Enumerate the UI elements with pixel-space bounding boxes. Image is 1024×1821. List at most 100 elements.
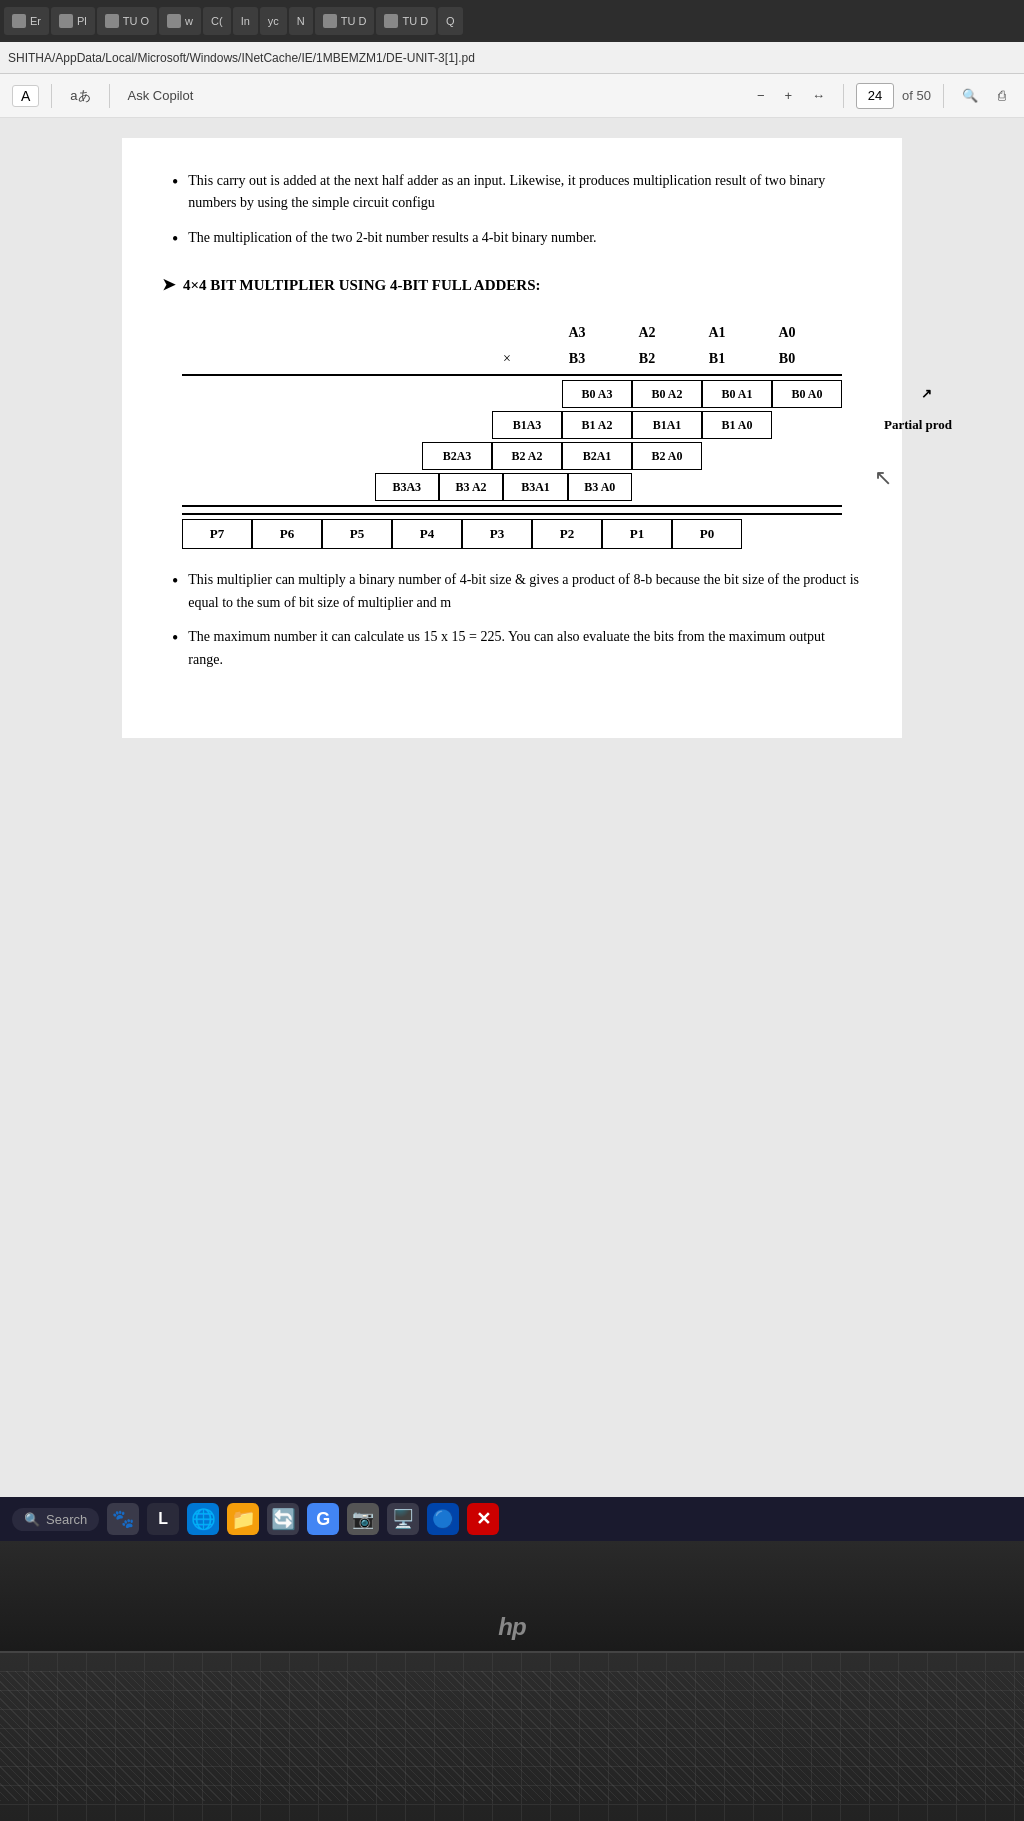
taskbar-app-edge[interactable]: 🌐 — [187, 1503, 219, 1535]
prod-p2: P2 — [532, 519, 602, 549]
zoom-minus-button[interactable]: − — [751, 84, 771, 107]
tab-label-y: yc — [268, 15, 279, 27]
taskbar-app-x[interactable]: ✕ — [467, 1503, 499, 1535]
taskbar-app-sync[interactable]: 🔄 — [267, 1503, 299, 1535]
operand-row-b: × B3 B2 B1 B0 — [182, 348, 842, 370]
copilot-button[interactable]: Ask Copilot — [122, 84, 200, 107]
pp-b1a0: B1 A0 — [702, 411, 772, 439]
tab-label-er: Er — [30, 15, 41, 27]
tab-label-n: N — [297, 15, 305, 27]
b3-label: B3 — [542, 348, 612, 370]
zoom-plus-button[interactable]: + — [778, 84, 798, 107]
tab-label-c: C( — [211, 15, 223, 27]
taskbar-app-monitor[interactable]: 🖥️ — [387, 1503, 419, 1535]
laptop-frame: Er Pl TU O w C( In yc — [0, 0, 1024, 1821]
partial-prod-label: Partial prod — [884, 415, 952, 436]
taskbar-app-animal[interactable]: 🐾 — [107, 1503, 139, 1535]
tab-er[interactable]: Er — [4, 7, 49, 35]
bullet-text-4: The maximum number it can calculate us 1… — [188, 626, 862, 671]
keyboard-diagonal-pattern — [0, 1671, 1024, 1801]
toolbar-divider-3 — [843, 84, 844, 108]
operand-row-a: A3 A2 A1 A0 — [182, 322, 842, 344]
bullet-text-1: This carry out is added at the next half… — [188, 170, 862, 215]
zoom-plus-icon: + — [784, 88, 792, 103]
fit-icon: ↔ — [812, 88, 825, 103]
taskbar-app-l[interactable]: L — [147, 1503, 179, 1535]
a1-label: A1 — [682, 322, 752, 344]
tab-label-tu1: TU O — [123, 15, 149, 27]
partial-row-2: B2A3 B2 A2 B2A1 B2 A0 — [182, 442, 842, 470]
partial-row-1: B1A3 B1 A2 B1A1 B1 A0 Partial prod — [182, 411, 842, 439]
b1-label: B1 — [682, 348, 752, 370]
diagram-separator-1 — [182, 374, 842, 376]
pdf-content-area: • This carry out is added at the next ha… — [0, 118, 1024, 1541]
font-size-button[interactable]: A — [12, 85, 39, 107]
pp-b1a1: B1A1 — [632, 411, 702, 439]
partial-products-container: B0 A3 B0 A2 B0 A1 B0 A0 ↗ B1A3 B1 A2 B1A… — [182, 380, 842, 501]
cursor-icon: ↖ — [874, 460, 892, 495]
pp-b1a3: B1A3 — [492, 411, 562, 439]
b0-label: B0 — [752, 348, 822, 370]
bullet-text-3: This multiplier can multiply a binary nu… — [188, 569, 862, 614]
tab-w[interactable]: w — [159, 7, 201, 35]
spacer-b2-1 — [282, 442, 352, 470]
read-aloud-button[interactable]: aあ — [64, 83, 96, 109]
tab-n[interactable]: N — [289, 7, 313, 35]
toolbar-divider-2 — [109, 84, 110, 108]
tab-pi[interactable]: Pl — [51, 7, 95, 35]
pp-b0a1: B0 A1 — [702, 380, 772, 408]
tab-in[interactable]: In — [233, 7, 258, 35]
a2-label: A2 — [612, 322, 682, 344]
section-arrow-icon: ➤ — [162, 272, 175, 298]
pp-b2a3: B2A3 — [422, 442, 492, 470]
tab-y[interactable]: yc — [260, 7, 287, 35]
section-header: ➤ 4×4 BIT MULTIPLIER USING 4-BIT FULL AD… — [162, 272, 862, 298]
a3-label: A3 — [542, 322, 612, 344]
tab-icon-d1 — [323, 14, 337, 28]
tab-d2[interactable]: TU D — [376, 7, 436, 35]
total-pages-label: of 50 — [902, 88, 931, 103]
prod-p0: P0 — [672, 519, 742, 549]
bullet-item-1: • This carry out is added at the next ha… — [162, 170, 862, 215]
tab-d1[interactable]: TU D — [315, 7, 375, 35]
tab-q[interactable]: Q — [438, 7, 463, 35]
tab-icon-pi — [59, 14, 73, 28]
keyboard-area — [0, 1651, 1024, 1821]
toolbar-divider-1 — [51, 84, 52, 108]
taskbar-app-files[interactable]: 📁 — [227, 1503, 259, 1535]
tab-c[interactable]: C( — [203, 7, 231, 35]
read-aloud-label: aあ — [70, 87, 90, 105]
prod-p5: P5 — [322, 519, 392, 549]
screenshot-button[interactable]: ⎙ — [992, 84, 1012, 107]
taskbar-app-g[interactable]: G — [307, 1503, 339, 1535]
tab-icon-tu1 — [105, 14, 119, 28]
taskbar-app-camera[interactable]: 📷 — [347, 1503, 379, 1535]
pp-b1a2: B1 A2 — [562, 411, 632, 439]
tab-icon-er — [12, 14, 26, 28]
toolbar-divider-4 — [943, 84, 944, 108]
partial-prod-arrow-1: ↗ — [921, 384, 932, 405]
zoom-minus-icon: − — [757, 88, 765, 103]
prod-p1: P1 — [602, 519, 672, 549]
address-bar[interactable]: SHITHA/AppData/Local/Microsoft/Windows/I… — [0, 42, 1024, 74]
taskbar-app-blue[interactable]: 🔵 — [427, 1503, 459, 1535]
pp-b0a3: B0 A3 — [562, 380, 632, 408]
tab-label-in: In — [241, 15, 250, 27]
prod-p4: P4 — [392, 519, 462, 549]
search-button[interactable]: 🔍 — [956, 84, 984, 107]
tab-label-w: w — [185, 15, 193, 27]
search-label: Search — [46, 1512, 87, 1527]
pp-b0a0: B0 A0 — [772, 380, 842, 408]
spacer-b3-2 — [246, 473, 310, 501]
fit-button[interactable]: ↔ — [806, 84, 831, 107]
page-number-input[interactable] — [856, 83, 894, 109]
laptop-bezel-bottom: hp — [0, 1541, 1024, 1821]
pp-b3a2: B3 A2 — [439, 473, 503, 501]
taskbar-search-bar[interactable]: 🔍 Search — [12, 1508, 99, 1531]
partial-row-3: B3A3 B3 A2 B3A1 B3 A0 — [182, 473, 842, 501]
a0-label: A0 — [752, 322, 822, 344]
bullet-dot-2: • — [172, 227, 178, 252]
pp-b3a0: B3 A0 — [568, 473, 632, 501]
spacer-b3-3 — [310, 473, 374, 501]
tab-tu1[interactable]: TU O — [97, 7, 157, 35]
